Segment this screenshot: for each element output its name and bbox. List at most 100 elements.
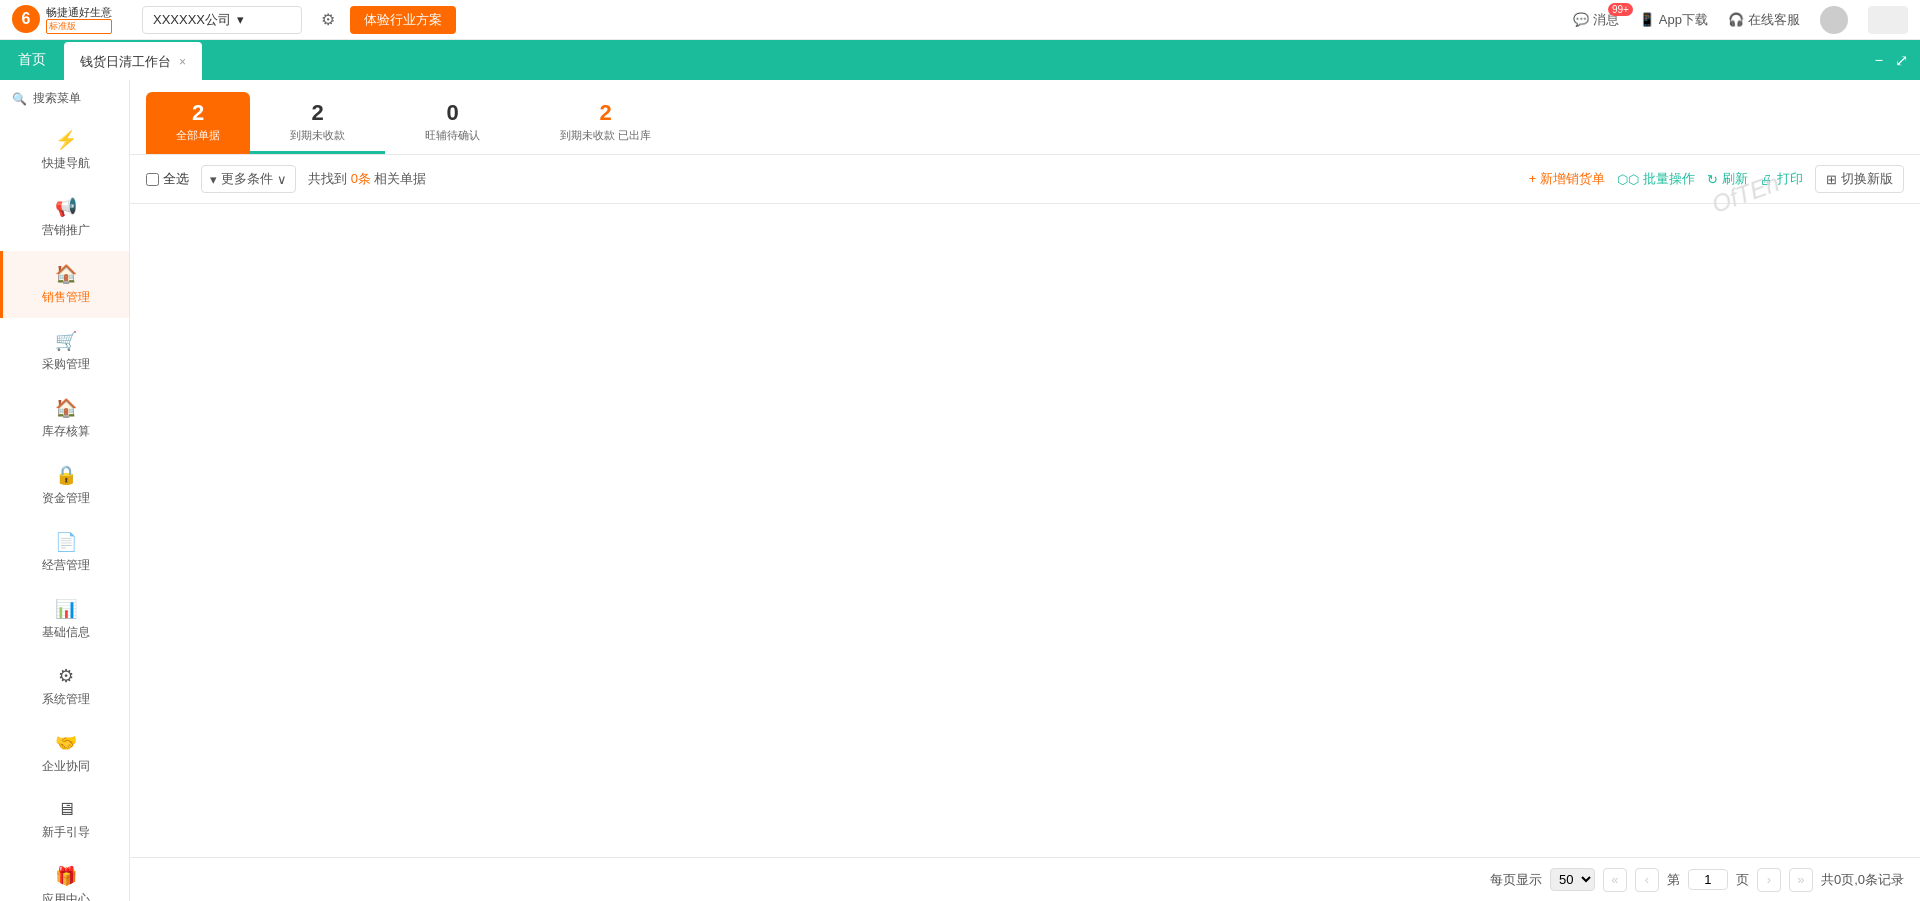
sidebar-item-label: 快捷导航: [42, 155, 90, 172]
try-industry-button[interactable]: 体验行业方案: [350, 6, 456, 34]
tab-active[interactable]: 钱货日清工作台 ×: [64, 42, 202, 82]
tab-minimize-button[interactable]: －: [1871, 50, 1887, 71]
stat-number-all: 2: [192, 100, 204, 126]
sidebar-item-label: 经营管理: [42, 557, 90, 574]
next-page-button[interactable]: ›: [1757, 868, 1781, 892]
last-page-button[interactable]: »: [1789, 868, 1813, 892]
content-area: 2 全部单据 2 到期未收款 0 旺辅待确认 2 到期未收款 已出库 全选: [130, 80, 1920, 901]
sidebar-item-label: 库存核算: [42, 423, 90, 440]
found-suffix: 相关单据: [374, 171, 426, 186]
batch-operation-button[interactable]: ⬡⬡ 批量操作: [1617, 170, 1695, 188]
select-all-label: 全选: [163, 170, 189, 188]
app-icon: 📱: [1639, 12, 1655, 27]
filter-chevron-icon: ∨: [277, 172, 287, 187]
found-prefix: 共找到: [308, 171, 347, 186]
message-button[interactable]: 💬 消息 99+: [1573, 11, 1619, 29]
stat-tab-pending[interactable]: 0 旺辅待确认: [385, 92, 520, 154]
sidebar-item-label: 应用中心: [42, 891, 90, 901]
sidebar-item-system[interactable]: ⚙ 系统管理: [0, 653, 129, 720]
logo: 6 畅捷通好生意 标准版: [12, 5, 142, 34]
tab-expand-button[interactable]: ⤢: [1895, 51, 1908, 70]
user-name[interactable]: [1868, 6, 1908, 34]
prev-page-button[interactable]: ‹: [1635, 868, 1659, 892]
inventory-icon: 🏠: [55, 397, 77, 419]
add-sales-order-button[interactable]: + 新增销货单: [1529, 170, 1605, 188]
search-icon: 🔍: [12, 92, 27, 106]
logo-icon: 6: [12, 5, 40, 33]
per-page-label: 每页显示: [1490, 871, 1542, 889]
sidebar-item-label: 采购管理: [42, 356, 90, 373]
search-menu-button[interactable]: 🔍 搜索菜单: [0, 80, 129, 117]
app-download-label: App下载: [1659, 11, 1708, 29]
print-button[interactable]: 🖨 打印: [1760, 170, 1803, 188]
header-right: 💬 消息 99+ 📱 App下载 🎧 在线客服: [1573, 6, 1908, 34]
total-records: 共0页,0条记录: [1821, 871, 1904, 889]
stat-number-overdue: 2: [311, 100, 323, 126]
sidebar-item-sales[interactable]: 🏠 销售管理: [0, 251, 129, 318]
switch-version-button[interactable]: ⊞ 切换新版: [1815, 165, 1904, 193]
sidebar-item-label: 新手引导: [42, 824, 90, 841]
sidebar-item-marketing[interactable]: 📢 营销推广: [0, 184, 129, 251]
search-menu-label: 搜索菜单: [33, 90, 81, 107]
sidebar-item-inventory[interactable]: 🏠 库存核算: [0, 385, 129, 452]
sidebar-item-label: 基础信息: [42, 624, 90, 641]
stat-tab-all[interactable]: 2 全部单据: [146, 92, 250, 154]
finance-icon: 🔒: [55, 464, 77, 486]
refresh-button[interactable]: ↻ 刷新: [1707, 170, 1748, 188]
stat-label-pending: 旺辅待确认: [425, 128, 480, 143]
company-selector[interactable]: XXXXXX公司 ▾: [142, 6, 302, 34]
sidebar-item-label: 资金管理: [42, 490, 90, 507]
basic-icon: 📊: [55, 598, 77, 620]
stat-label-shipped: 到期未收款 已出库: [560, 128, 651, 143]
tab-close-button[interactable]: ×: [179, 55, 186, 69]
avatar[interactable]: [1820, 6, 1848, 34]
sidebar-item-basic[interactable]: 📊 基础信息: [0, 586, 129, 653]
first-page-button[interactable]: «: [1603, 868, 1627, 892]
filter-icon: ▾: [210, 172, 217, 187]
sidebar-item-guide[interactable]: 🖥 新手引导: [0, 787, 129, 853]
tab-home[interactable]: 首页: [0, 40, 64, 80]
tab-bar-right: － ⤢: [1871, 50, 1920, 71]
stat-number-pending: 0: [446, 100, 458, 126]
header: 6 畅捷通好生意 标准版 XXXXXX公司 ▾ ⚙ 体验行业方案 💬 消息 99…: [0, 0, 1920, 40]
select-all-checkbox[interactable]: 全选: [146, 170, 189, 188]
service-icon: 🎧: [1728, 12, 1744, 27]
header-actions: ⚙ 体验行业方案: [314, 6, 456, 34]
sidebar-item-operations[interactable]: 📄 经营管理: [0, 519, 129, 586]
page-number-input[interactable]: [1688, 869, 1728, 890]
sidebar-item-label: 营销推广: [42, 222, 90, 239]
tab-active-label: 钱货日清工作台: [80, 53, 171, 71]
app-download-button[interactable]: 📱 App下载: [1639, 11, 1708, 29]
online-service-button[interactable]: 🎧 在线客服: [1728, 11, 1800, 29]
sales-icon: 🏠: [55, 263, 77, 285]
logo-text-block: 畅捷通好生意 标准版: [46, 5, 112, 34]
batch-icon: ⬡⬡: [1617, 172, 1639, 187]
page-size-select[interactable]: 50: [1550, 868, 1595, 891]
refresh-icon: ↻: [1707, 172, 1718, 187]
logo-tag: 标准版: [46, 19, 112, 34]
stat-tab-shipped[interactable]: 2 到期未收款 已出库: [520, 92, 691, 154]
message-icon: 💬: [1573, 12, 1589, 27]
sidebar: 🔍 搜索菜单 ⚡ 快捷导航 📢 营销推广 🏠 销售管理 🛒 采购管理 🏠 库存核…: [0, 80, 130, 901]
table-area: [130, 204, 1920, 857]
select-all-input[interactable]: [146, 173, 159, 186]
print-label: 打印: [1777, 170, 1803, 188]
sidebar-item-quick-nav[interactable]: ⚡ 快捷导航: [0, 117, 129, 184]
sidebar-item-cooperation[interactable]: 🤝 企业协同: [0, 720, 129, 787]
refresh-label: 刷新: [1722, 170, 1748, 188]
settings-button[interactable]: ⚙: [314, 6, 342, 34]
cooperation-icon: 🤝: [55, 732, 77, 754]
operations-icon: 📄: [55, 531, 77, 553]
page-label: 第: [1667, 871, 1680, 889]
main-layout: 🔍 搜索菜单 ⚡ 快捷导航 📢 营销推广 🏠 销售管理 🛒 采购管理 🏠 库存核…: [0, 80, 1920, 901]
company-name: XXXXXX公司: [153, 11, 231, 29]
found-count: 0条: [351, 171, 371, 186]
pagination: 每页显示 50 « ‹ 第 页 › » 共0页,0条记录: [130, 857, 1920, 901]
sidebar-item-finance[interactable]: 🔒 资金管理: [0, 452, 129, 519]
filter-button[interactable]: ▾ 更多条件 ∨: [201, 165, 296, 193]
sidebar-item-purchase[interactable]: 🛒 采购管理: [0, 318, 129, 385]
marketing-icon: 📢: [55, 196, 77, 218]
sidebar-item-appcenter[interactable]: 🎁 应用中心: [0, 853, 129, 901]
message-badge: 99+: [1608, 3, 1633, 16]
stat-tab-overdue[interactable]: 2 到期未收款: [250, 92, 385, 154]
